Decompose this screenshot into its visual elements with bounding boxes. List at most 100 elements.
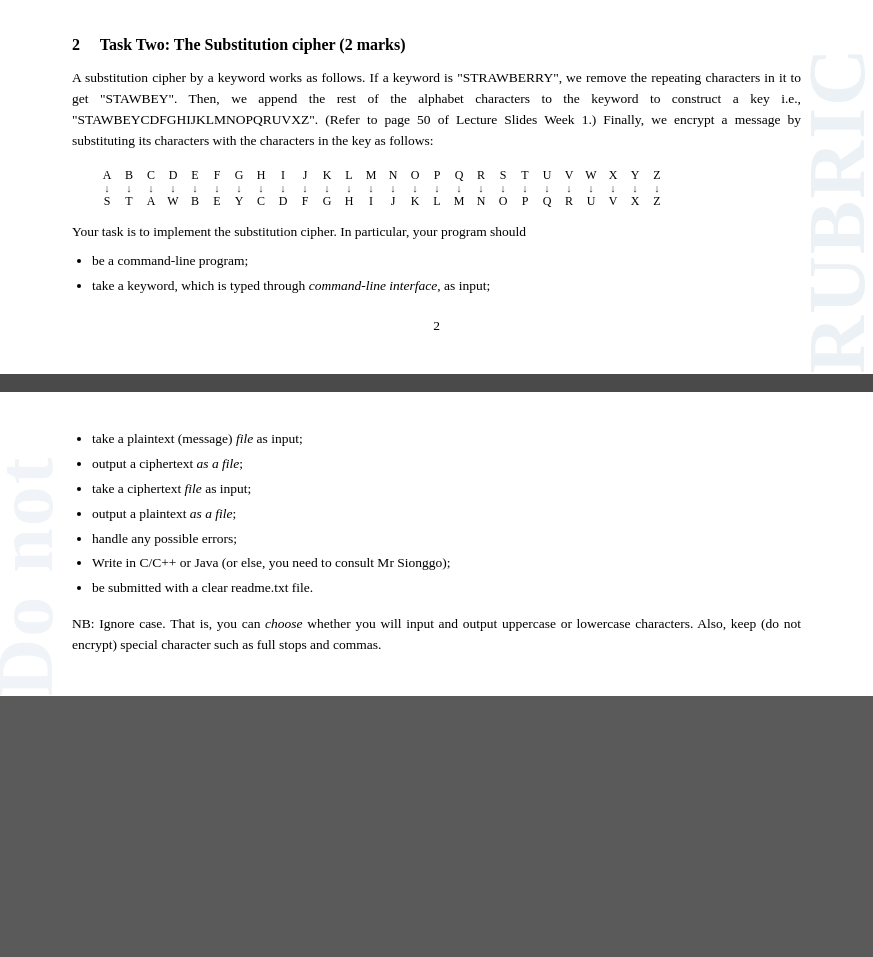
watermark-top: RUBRIC bbox=[792, 0, 873, 374]
bullet-item-language: Write in C/C++ or Java (or else, you nee… bbox=[92, 552, 801, 575]
arrow: ↓ bbox=[294, 183, 316, 194]
arrow: ↓ bbox=[228, 183, 250, 194]
arrow: ↓ bbox=[382, 183, 404, 194]
cipher-cell: B bbox=[184, 194, 206, 210]
arrow: ↓ bbox=[250, 183, 272, 194]
cipher-cell: P bbox=[514, 194, 536, 210]
bottom-bullet-list: take a plaintext (message) file as input… bbox=[92, 428, 801, 601]
cipher-cell: I bbox=[272, 168, 294, 184]
arrow: ↓ bbox=[624, 183, 646, 194]
cipher-cell: P bbox=[426, 168, 448, 184]
cipher-cell: S bbox=[492, 168, 514, 184]
top-bullet-list: be a command-line program; take a keywor… bbox=[92, 250, 801, 298]
cipher-cell: O bbox=[404, 168, 426, 184]
nb-paragraph: NB: Ignore case. That is, you can choose… bbox=[72, 614, 801, 656]
arrow: ↓ bbox=[96, 183, 118, 194]
cipher-cell: Y bbox=[624, 168, 646, 184]
cipher-cell: K bbox=[404, 194, 426, 210]
bullet-item-ciphertext-out: output a ciphertext as a file; bbox=[92, 453, 801, 476]
cipher-cell: L bbox=[338, 168, 360, 184]
cipher-cell: R bbox=[470, 168, 492, 184]
arrow: ↓ bbox=[602, 183, 624, 194]
cipher-cell: V bbox=[558, 168, 580, 184]
arrow: ↓ bbox=[558, 183, 580, 194]
bullet-item-errors: handle any possible errors; bbox=[92, 528, 801, 551]
arrow: ↓ bbox=[448, 183, 470, 194]
page-number: 2 bbox=[72, 318, 801, 334]
cipher-cell: D bbox=[162, 168, 184, 184]
cipher-top-row: A B C D E F G H I J K L M N O P Q R S T … bbox=[96, 168, 801, 184]
cipher-cell: U bbox=[536, 168, 558, 184]
arrow: ↓ bbox=[316, 183, 338, 194]
arrow: ↓ bbox=[338, 183, 360, 194]
cipher-cell: L bbox=[426, 194, 448, 210]
cipher-cell: B bbox=[118, 168, 140, 184]
arrow: ↓ bbox=[646, 183, 668, 194]
bullet-item-plaintext-in: take a plaintext (message) file as input… bbox=[92, 428, 801, 451]
arrow: ↓ bbox=[470, 183, 492, 194]
cipher-cell: R bbox=[558, 194, 580, 210]
cipher-cell: F bbox=[206, 168, 228, 184]
cipher-cell: I bbox=[360, 194, 382, 210]
arrow: ↓ bbox=[514, 183, 536, 194]
task-intro: Your task is to implement the substituti… bbox=[72, 224, 801, 240]
cipher-arrows-row: ↓ ↓ ↓ ↓ ↓ ↓ ↓ ↓ ↓ ↓ ↓ ↓ ↓ ↓ ↓ ↓ ↓ ↓ ↓ ↓ … bbox=[96, 183, 801, 194]
arrow: ↓ bbox=[162, 183, 184, 194]
cipher-cell: D bbox=[272, 194, 294, 210]
page-divider bbox=[0, 374, 873, 392]
cipher-cell: C bbox=[250, 194, 272, 210]
cipher-cell: E bbox=[206, 194, 228, 210]
cipher-bottom-row: S T A W B E Y C D F G H I J K L M N O P … bbox=[96, 194, 801, 210]
cipher-cell: J bbox=[294, 168, 316, 184]
cipher-cell: A bbox=[140, 194, 162, 210]
cipher-cell: N bbox=[382, 168, 404, 184]
cipher-cell: E bbox=[184, 168, 206, 184]
cipher-cell: Y bbox=[228, 194, 250, 210]
arrow: ↓ bbox=[580, 183, 602, 194]
cipher-cell: T bbox=[118, 194, 140, 210]
cipher-cell: G bbox=[316, 194, 338, 210]
page-bottom: Do not take a plaintext (message) file a… bbox=[0, 392, 873, 696]
arrow: ↓ bbox=[492, 183, 514, 194]
cipher-cell: S bbox=[96, 194, 118, 210]
cipher-cell: Q bbox=[448, 168, 470, 184]
bullet-item-readme: be submitted with a clear readme.txt fil… bbox=[92, 577, 801, 600]
cipher-cell: Q bbox=[536, 194, 558, 210]
arrow: ↓ bbox=[360, 183, 382, 194]
arrow: ↓ bbox=[184, 183, 206, 194]
cipher-cell: K bbox=[316, 168, 338, 184]
cipher-cell: W bbox=[580, 168, 602, 184]
cipher-cell: X bbox=[602, 168, 624, 184]
cipher-cell: Z bbox=[646, 194, 668, 210]
cipher-cell: J bbox=[382, 194, 404, 210]
arrow: ↓ bbox=[272, 183, 294, 194]
cipher-table: A B C D E F G H I J K L M N O P Q R S T … bbox=[96, 168, 801, 210]
section-title: Task Two: The Substitution cipher (2 mar… bbox=[100, 36, 406, 53]
bullet-item-ciphertext-in: take a ciphertext file as input; bbox=[92, 478, 801, 501]
arrow: ↓ bbox=[118, 183, 140, 194]
cipher-cell: C bbox=[140, 168, 162, 184]
cipher-cell: T bbox=[514, 168, 536, 184]
cipher-cell: N bbox=[470, 194, 492, 210]
cipher-cell: Z bbox=[646, 168, 668, 184]
arrow: ↓ bbox=[536, 183, 558, 194]
watermark-bottom: Do not bbox=[0, 392, 71, 696]
cipher-cell: O bbox=[492, 194, 514, 210]
cipher-cell: U bbox=[580, 194, 602, 210]
cipher-cell: X bbox=[624, 194, 646, 210]
cipher-cell: G bbox=[228, 168, 250, 184]
cipher-cell: H bbox=[338, 194, 360, 210]
bullet-item-plaintext-out: output a plaintext as a file; bbox=[92, 503, 801, 526]
section-heading: 2 Task Two: The Substitution cipher (2 m… bbox=[72, 36, 801, 54]
arrow: ↓ bbox=[206, 183, 228, 194]
bullet-item-1: be a command-line program; bbox=[92, 250, 801, 273]
cipher-cell: A bbox=[96, 168, 118, 184]
cipher-cell: W bbox=[162, 194, 184, 210]
section-number: 2 bbox=[72, 36, 80, 53]
cipher-cell: H bbox=[250, 168, 272, 184]
intro-paragraph: A substitution cipher by a keyword works… bbox=[72, 68, 801, 152]
arrow: ↓ bbox=[140, 183, 162, 194]
cipher-cell: M bbox=[448, 194, 470, 210]
page-top: RUBRIC 2 Task Two: The Substitution ciph… bbox=[0, 0, 873, 374]
arrow: ↓ bbox=[404, 183, 426, 194]
